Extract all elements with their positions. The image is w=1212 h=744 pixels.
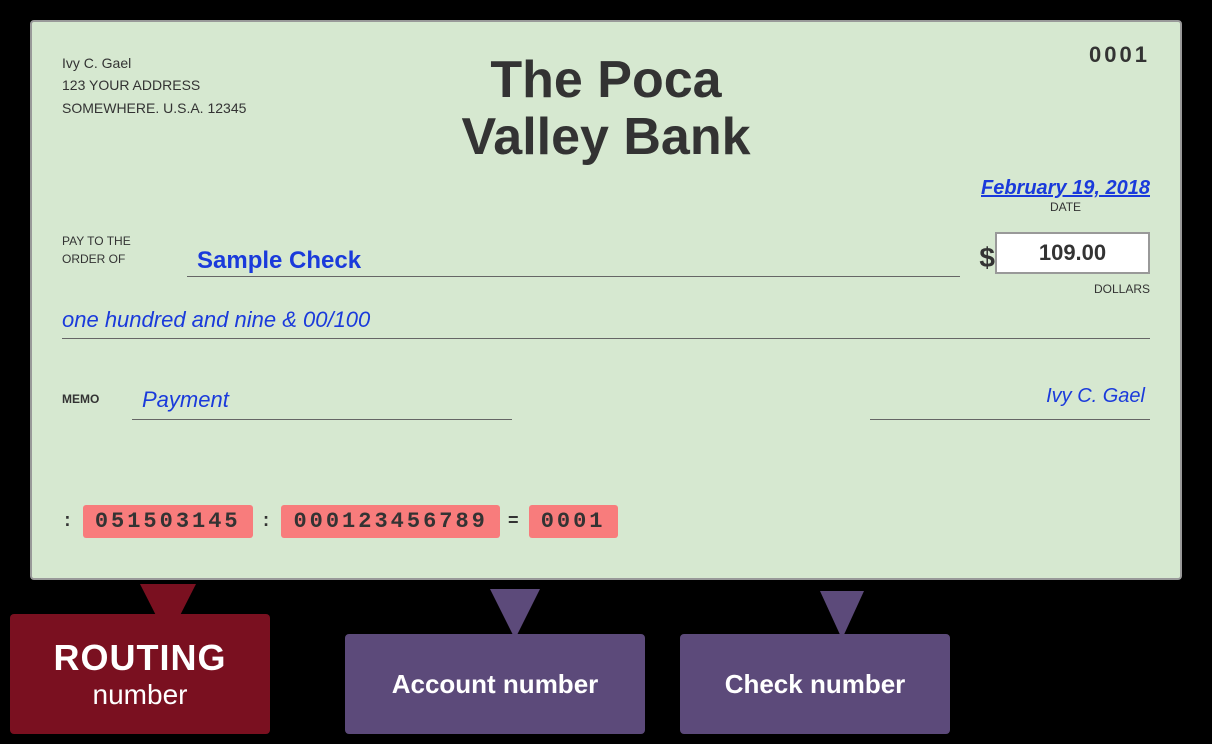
written-amount: one hundred and nine & 00/100 — [62, 307, 1150, 339]
address-name: Ivy C. Gael — [62, 52, 246, 74]
bank-name: The Poca Valley Bank — [461, 52, 750, 166]
account-number-label: Account number — [392, 669, 599, 700]
micr-routing-number: 051503145 — [83, 505, 253, 538]
check-number-label: Check number — [725, 669, 906, 700]
date-area: February 19, 2018 DATE — [981, 177, 1150, 214]
signature-value: Ivy C. Gael — [1046, 385, 1145, 408]
check-number-label-box: Check number — [680, 634, 950, 734]
address-block: Ivy C. Gael 123 YOUR ADDRESS SOMEWHERE. … — [62, 52, 246, 119]
pay-to-label-line1: PAY TO THE — [62, 232, 131, 250]
routing-subtitle: number — [93, 679, 188, 711]
micr-account-number: 000123456789 — [281, 505, 499, 538]
check-number-arrow-icon — [820, 591, 864, 639]
date-value: February 19, 2018 — [981, 177, 1150, 200]
account-arrow-icon — [490, 589, 540, 639]
memo-value: Payment — [142, 387, 229, 413]
bank-name-line2: Valley Bank — [461, 109, 750, 166]
bank-name-line1: The Poca — [461, 52, 750, 109]
memo-label: MEMO — [62, 392, 99, 406]
address-line1: 123 YOUR ADDRESS — [62, 74, 246, 96]
amount-box: 109.00 — [995, 232, 1150, 274]
address-line2: SOMEWHERE. U.S.A. 12345 — [62, 97, 246, 119]
micr-account-separator: = — [508, 512, 521, 532]
pay-to-label-line2: ORDER OF — [62, 250, 131, 268]
routing-label-box: ROUTING number — [10, 614, 270, 734]
bottom-section: ROUTING number Account number Check numb… — [0, 594, 1212, 744]
dollar-sign: $ — [979, 242, 995, 274]
routing-title: ROUTING — [54, 637, 227, 679]
dollars-label: DOLLARS — [1094, 282, 1150, 296]
micr-check-number: 0001 — [529, 505, 618, 538]
micr-routing-close: : — [261, 512, 274, 532]
check-number-display: 0001 — [1089, 42, 1150, 68]
micr-routing-open: : — [62, 512, 75, 532]
pay-to-value: Sample Check — [197, 247, 361, 275]
date-label: DATE — [981, 200, 1150, 214]
account-label-box: Account number — [345, 634, 645, 734]
micr-line: : 051503145 : 000123456789 = 0001 — [62, 505, 1150, 538]
pay-to-label: PAY TO THE ORDER OF — [62, 232, 131, 268]
check: 0001 Ivy C. Gael 123 YOUR ADDRESS SOMEWH… — [30, 20, 1182, 580]
